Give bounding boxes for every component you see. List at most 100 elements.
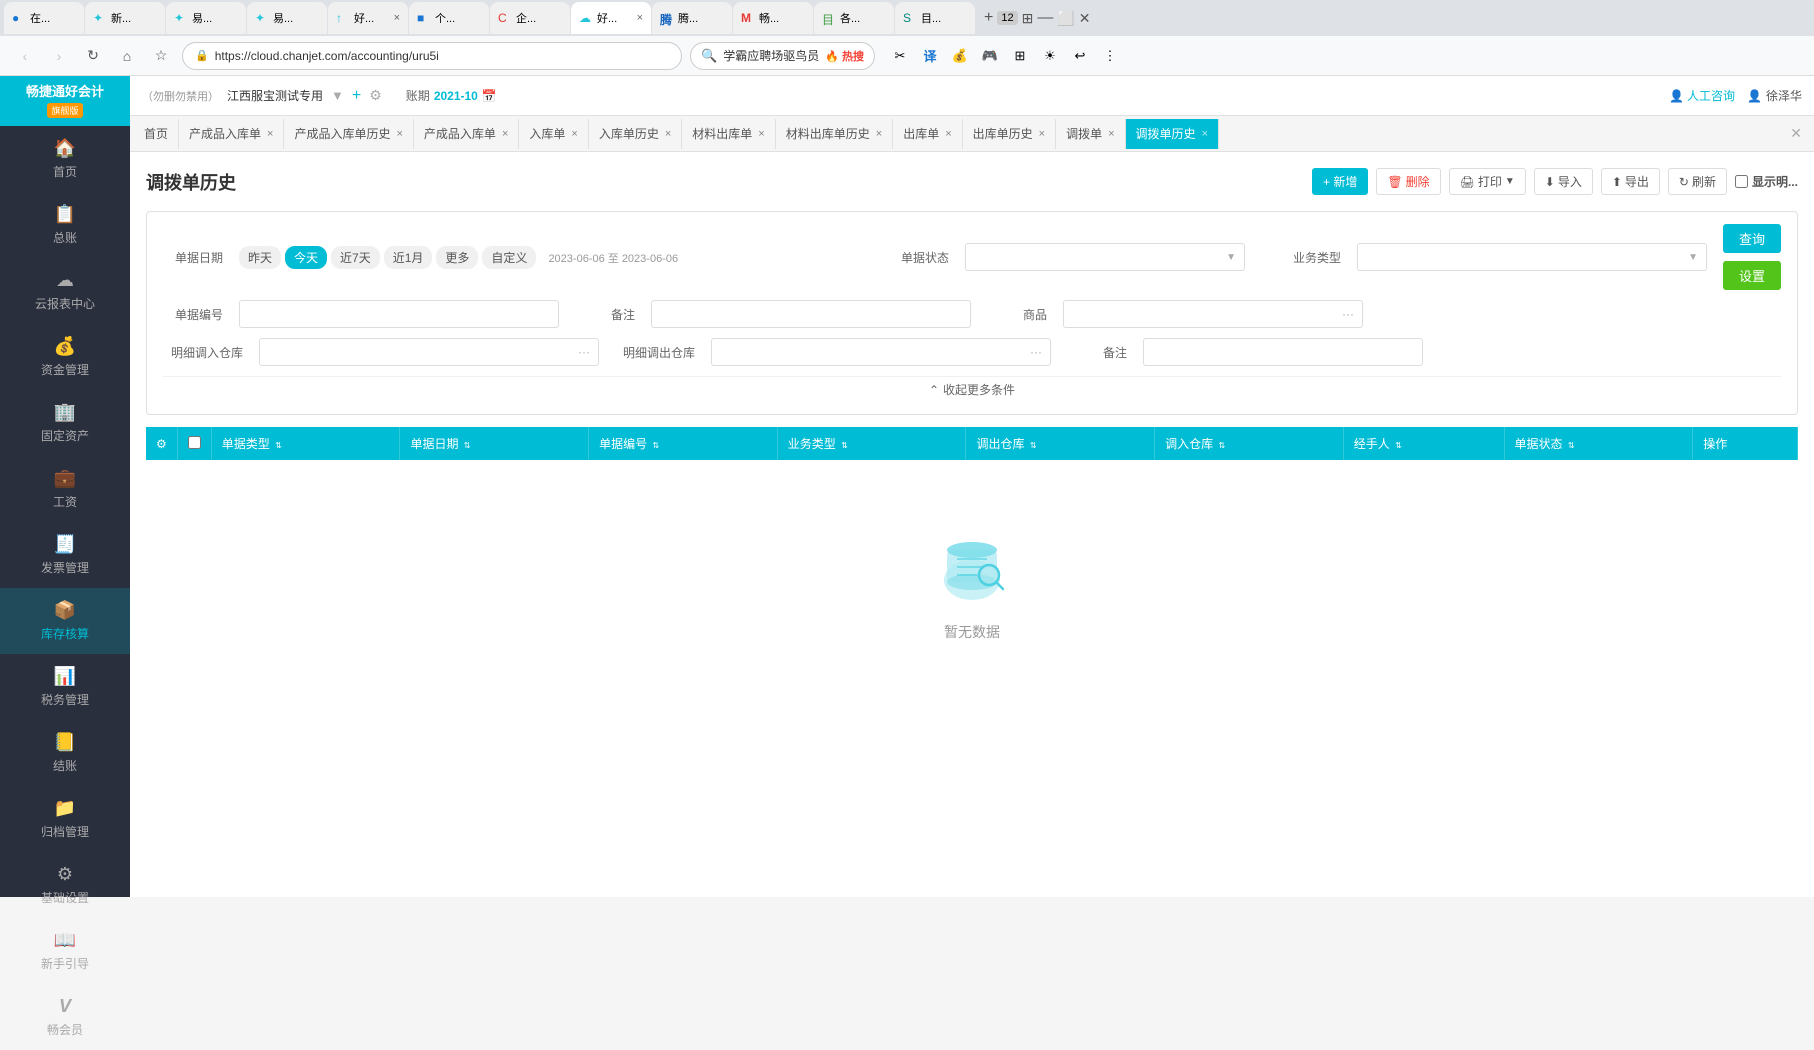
sidebar-item-invoice[interactable]: 🧾 发票管理	[0, 522, 130, 588]
sidebar-item-archive[interactable]: 📁 归档管理	[0, 786, 130, 852]
show-all-toggle[interactable]: 显示明...	[1735, 173, 1798, 190]
theme-btn[interactable]: ☀	[1037, 43, 1063, 69]
export-btn[interactable]: ⬆ 导出	[1601, 168, 1660, 195]
page-tab-4-close[interactable]: ×	[571, 128, 577, 140]
page-tab-3[interactable]: 产成品入库单 ×	[414, 119, 519, 149]
sidebar-item-guide[interactable]: 📖 新手引导	[0, 918, 130, 984]
to-warehouse-filter-select[interactable]: ···	[711, 338, 1051, 366]
sidebar-item-ledger[interactable]: 📋 总账	[0, 192, 130, 258]
page-tab-7[interactable]: 材料出库单历史 ×	[776, 119, 893, 149]
page-tab-6-close[interactable]: ×	[758, 128, 764, 140]
sidebar-logo[interactable]: 畅捷通好会计 旗舰版	[0, 76, 130, 126]
page-tab-2-close[interactable]: ×	[396, 128, 402, 140]
page-tab-home[interactable]: 首页	[134, 119, 179, 149]
filter-settings-btn[interactable]: 设置	[1723, 261, 1781, 290]
date-preset-custom[interactable]: 自定义	[482, 246, 536, 269]
browser-tab-2[interactable]: ✦ 新...	[85, 2, 165, 34]
sidebar-item-tax[interactable]: 📊 税务管理	[0, 654, 130, 720]
page-tab-7-close[interactable]: ×	[876, 128, 882, 140]
browser-tab-1[interactable]: ● 在...	[4, 2, 84, 34]
sidebar-item-cloud-report[interactable]: ☁ 云报表中心	[0, 258, 130, 324]
page-tab-9[interactable]: 出库单历史 ×	[963, 119, 1056, 149]
from-warehouse-filter-select[interactable]: ···	[259, 338, 599, 366]
sidebar-item-salary[interactable]: 💼 工资	[0, 456, 130, 522]
delete-btn[interactable]: 🗑 删除	[1376, 168, 1440, 195]
company-dropdown-icon[interactable]: ▼	[331, 88, 344, 103]
page-tab-10[interactable]: 调拨单 ×	[1056, 119, 1125, 149]
browser-tab-6[interactable]: ■ 个...	[409, 2, 489, 34]
page-tab-9-close[interactable]: ×	[1039, 128, 1045, 140]
page-tab-2[interactable]: 产成品入库单历史 ×	[284, 119, 413, 149]
calendar-icon[interactable]: 📅	[482, 89, 497, 103]
maximize-btn[interactable]: ⬜	[1057, 10, 1074, 27]
sidebar-item-vip[interactable]: V 畅会员	[0, 984, 130, 1050]
th-in-warehouse[interactable]: 调入仓库 ⇅	[1155, 427, 1344, 460]
sidebar-item-finance[interactable]: 💰 资金管理	[0, 324, 130, 390]
browser-tab-11[interactable]: 目 各...	[814, 2, 894, 34]
browser-tab-4[interactable]: ✦ 易...	[247, 2, 327, 34]
page-tab-8-close[interactable]: ×	[945, 128, 951, 140]
sidebar-item-fixed-assets[interactable]: 🏢 固定资产	[0, 390, 130, 456]
sort-biz-type-icon[interactable]: ⇅	[841, 441, 848, 450]
th-gear[interactable]: ⚙	[146, 427, 177, 460]
browser-tab-9[interactable]: 腾 腾...	[652, 2, 732, 34]
date-preset-yesterday[interactable]: 昨天	[239, 246, 281, 269]
new-btn[interactable]: + 新增	[1312, 168, 1368, 195]
sort-doc-num-icon[interactable]: ⇅	[652, 441, 659, 450]
page-tab-5-close[interactable]: ×	[665, 128, 671, 140]
page-tab-4[interactable]: 入库单 ×	[519, 119, 588, 149]
tab-close-8[interactable]: ×	[637, 12, 643, 24]
th-doc-num[interactable]: 单据编号 ⇅	[589, 427, 778, 460]
th-handler[interactable]: 经手人 ⇅	[1343, 427, 1504, 460]
import-btn[interactable]: ⬇ 导入	[1534, 168, 1593, 195]
tab-close-all[interactable]: ✕	[1790, 125, 1802, 141]
refresh-btn[interactable]: ↻ 刷新	[1668, 168, 1727, 195]
th-biz-type[interactable]: 业务类型 ⇅	[777, 427, 966, 460]
sidebar-item-home[interactable]: 🏠 首页	[0, 126, 130, 192]
docnum-filter-input[interactable]	[239, 300, 559, 328]
translate-btn[interactable]: 译	[917, 43, 943, 69]
page-tab-3-close[interactable]: ×	[502, 128, 508, 140]
filter-collapse-btn[interactable]: ⌃ 收起更多条件	[929, 381, 1015, 398]
browser-tab-8[interactable]: ☁ 好... ×	[571, 2, 651, 34]
service-btn[interactable]: 👤 人工咨询	[1669, 87, 1735, 104]
th-doc-status[interactable]: 单据状态 ⇅	[1504, 427, 1693, 460]
th-doc-date[interactable]: 单据日期 ⇅	[400, 427, 589, 460]
new-tab-btn[interactable]: +	[984, 9, 993, 27]
show-all-checkbox[interactable]	[1735, 175, 1748, 188]
search-bar[interactable]: 🔍 学霸应聘场驱鸟员 🔥 热搜	[690, 42, 875, 70]
add-company-btn[interactable]: +	[352, 87, 361, 105]
sort-out-warehouse-icon[interactable]: ⇅	[1030, 441, 1037, 450]
page-tab-6[interactable]: 材料出库单 ×	[682, 119, 775, 149]
browser-tab-5[interactable]: ↑ 好... ×	[328, 2, 408, 34]
th-doc-type[interactable]: 单据类型 ⇅	[211, 427, 400, 460]
sort-doc-status-icon[interactable]: ⇅	[1568, 441, 1575, 450]
date-preset-today[interactable]: 今天	[285, 246, 327, 269]
sidebar-item-settings[interactable]: ⚙ 基础设置	[0, 852, 130, 918]
scissors-btn[interactable]: ✂	[887, 43, 913, 69]
browser-tab-10[interactable]: M 畅...	[733, 2, 813, 34]
to-warehouse-ellipsis[interactable]: ···	[1030, 345, 1042, 359]
forward-btn[interactable]: ›	[46, 43, 72, 69]
gear-settings-icon[interactable]: ⚙	[156, 437, 167, 451]
sort-handler-icon[interactable]: ⇅	[1395, 441, 1402, 450]
status-filter-select[interactable]: ▼	[965, 243, 1245, 271]
goods-filter-select[interactable]: ···	[1063, 300, 1363, 328]
browser-tab-3[interactable]: ✦ 易...	[166, 2, 246, 34]
refresh-btn[interactable]: ↻	[80, 43, 106, 69]
game-btn[interactable]: 🎮	[977, 43, 1003, 69]
print-dropdown-icon[interactable]: ▼	[1505, 176, 1515, 187]
page-tab-5[interactable]: 入库单历史 ×	[589, 119, 682, 149]
th-checkbox[interactable]	[177, 427, 211, 460]
minimize-btn[interactable]: —	[1037, 9, 1053, 27]
page-tab-1[interactable]: 产成品入库单 ×	[179, 119, 284, 149]
close-window-btn[interactable]: ✕	[1079, 10, 1091, 27]
wallet-btn[interactable]: 💰	[947, 43, 973, 69]
goods-ellipsis[interactable]: ···	[1342, 307, 1354, 321]
page-tab-11[interactable]: 调拨单历史 ×	[1126, 119, 1219, 149]
user-info[interactable]: 👤 徐泽华	[1747, 87, 1802, 104]
date-preset-1month[interactable]: 近1月	[384, 246, 433, 269]
select-all-checkbox[interactable]	[188, 436, 201, 449]
company-settings-icon[interactable]: ⚙	[369, 87, 382, 104]
bookmark-btn[interactable]: ☆	[148, 43, 174, 69]
